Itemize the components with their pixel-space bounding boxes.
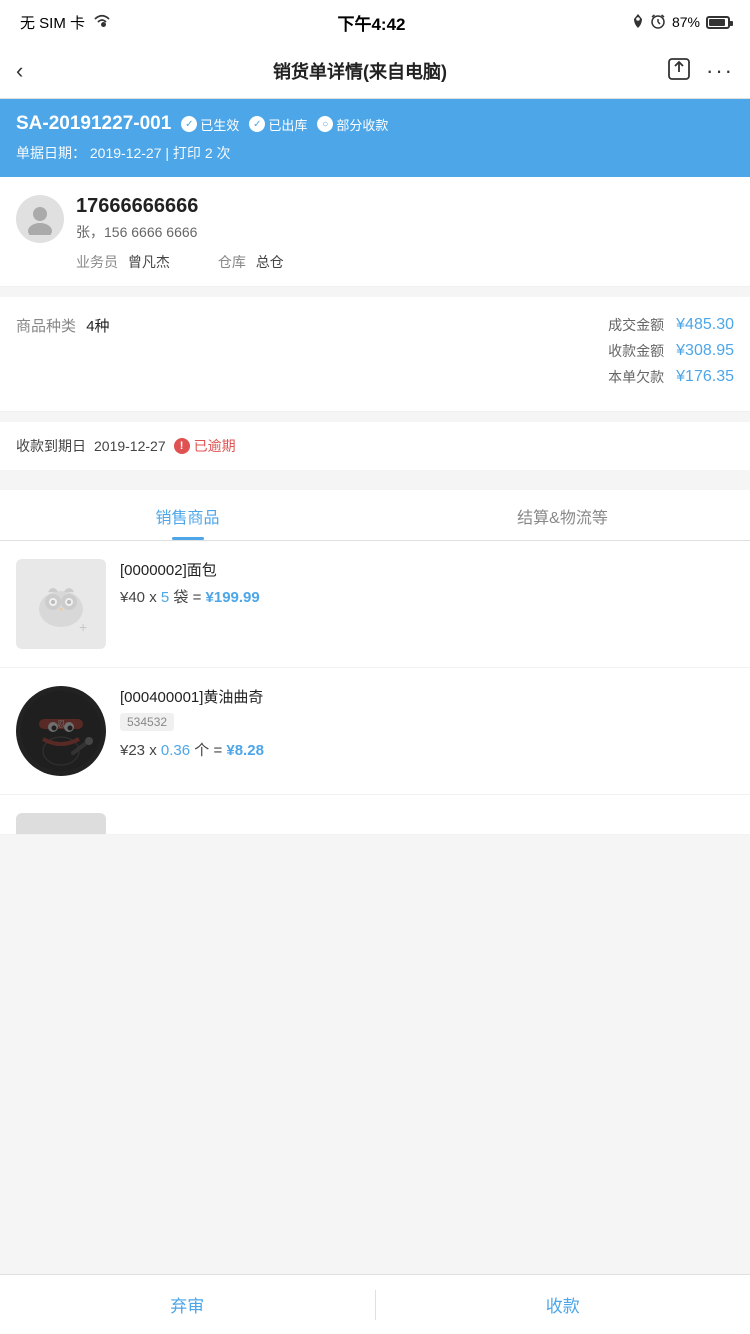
check-icon-1: ✓	[181, 116, 197, 132]
overdue-badge: ! 已逾期	[174, 436, 236, 456]
warehouse-field: 仓库 总仓	[218, 252, 284, 272]
tabs-bar: 销售商品 结算&物流等	[0, 490, 750, 541]
product-name-1: [0000002]面包	[120, 559, 734, 580]
status-time: 下午4:42	[337, 10, 405, 35]
order-banner: SA-20191227-001 ✓ 已生效 ✓ 已出库 ○ 部分收款 单据日期：…	[0, 99, 750, 177]
amount-label: 成交金额	[608, 315, 664, 335]
warehouse-value: 总仓	[256, 254, 284, 270]
list-item: + [0000002]面包 ¥40 x 5 袋 = ¥199.99	[0, 541, 750, 668]
svg-text:+: +	[79, 619, 87, 634]
stats-amount-line: 成交金额 ¥485.30	[608, 315, 734, 335]
amount-value: ¥485.30	[676, 316, 734, 334]
location-icon	[632, 14, 644, 31]
customer-meta: 业务员 曾凡杰 仓库 总仓	[76, 252, 734, 272]
overdue-icon: !	[174, 438, 190, 454]
customer-name: 张，156 6666 6666	[76, 222, 734, 242]
stats-collected-line: 收款金额 ¥308.95	[608, 341, 734, 361]
nav-bar: ‹ 销货单详情(来自电脑) ···	[0, 44, 750, 99]
stats-debt-line: 本单欠款 ¥176.35	[608, 367, 734, 387]
debt-label: 本单欠款	[608, 367, 664, 387]
tab-settlement[interactable]: 结算&物流等	[375, 490, 750, 540]
collected-label: 收款金额	[608, 341, 664, 361]
stats-left: 商品种类 4种	[16, 315, 110, 336]
status-left: 无 SIM 卡	[20, 12, 111, 33]
product-info-2: [000400001]黄油曲奇 534532 ¥23 x 0.36 个 = ¥8…	[120, 686, 734, 760]
product-price-1: ¥40 x 5 袋 = ¥199.99	[120, 586, 734, 607]
order-id: SA-20191227-001	[16, 113, 171, 135]
tab-sales-products[interactable]: 销售商品	[0, 490, 375, 540]
order-banner-top: SA-20191227-001 ✓ 已生效 ✓ 已出库 ○ 部分收款	[16, 113, 734, 135]
product-sku-2: 534532	[120, 713, 174, 731]
alarm-icon	[650, 13, 666, 32]
overdue-label: 收款到期日	[16, 436, 86, 456]
salesman-field: 业务员 曾凡杰	[76, 252, 170, 272]
salesman-label: 业务员	[76, 254, 118, 270]
overdue-date: 2019-12-27	[94, 438, 166, 454]
carrier-text: 无 SIM 卡	[20, 12, 85, 33]
overdue-text: 已逾期	[194, 436, 236, 456]
status-bar: 无 SIM 卡 下午4:42 87%	[0, 0, 750, 44]
check-icon-2: ✓	[249, 116, 265, 132]
product-info-1: [0000002]面包 ¥40 x 5 袋 = ¥199.99	[120, 559, 734, 607]
bottom-bar: 弃审 收款	[0, 1274, 750, 1334]
svg-text:忍: 忍	[57, 720, 65, 729]
badge-shipped: ✓ 已出库	[249, 115, 307, 134]
divider-3	[0, 470, 750, 480]
overdue-section: 收款到期日 2019-12-27 ! 已逾期	[0, 422, 750, 470]
product-image-2: 忍	[16, 686, 106, 776]
customer-avatar	[16, 195, 64, 243]
reject-button[interactable]: 弃审	[0, 1275, 375, 1334]
clock-icon: ○	[317, 116, 333, 132]
order-banner-sub: 单据日期： 2019-12-27 | 打印 2 次	[16, 143, 734, 163]
collected-value: ¥308.95	[676, 342, 734, 360]
badge-partial-payment: ○ 部分收款	[317, 115, 388, 134]
stats-right: 成交金额 ¥485.30 收款金额 ¥308.95 本单欠款 ¥176.35	[608, 315, 734, 393]
battery-percentage: 87%	[672, 14, 700, 30]
more-button[interactable]: ···	[706, 58, 734, 84]
product-total-2: ¥8.28	[226, 742, 264, 759]
product-price-2: ¥23 x 0.36 个 = ¥8.28	[120, 739, 734, 760]
stats-section: 商品种类 4种 成交金额 ¥485.30 收款金额 ¥308.95 本单欠款 ¥…	[0, 297, 750, 412]
stats-row: 商品种类 4种 成交金额 ¥485.30 收款金额 ¥308.95 本单欠款 ¥…	[16, 315, 734, 393]
divider-1	[0, 287, 750, 297]
product-qty-2: 0.36	[161, 742, 190, 759]
customer-section: 17666666666 张，156 6666 6666 业务员 曾凡杰 仓库 总…	[0, 177, 750, 287]
product-total-1: ¥199.99	[206, 589, 260, 606]
product-image-1: +	[16, 559, 106, 649]
customer-info: 17666666666 张，156 6666 6666 业务员 曾凡杰 仓库 总…	[76, 195, 734, 272]
debt-value: ¥176.35	[676, 368, 734, 386]
nav-actions: ···	[668, 58, 734, 85]
warehouse-label: 仓库	[218, 254, 246, 270]
list-item	[0, 795, 750, 835]
product-image-3	[16, 813, 106, 835]
badge-effective: ✓ 已生效	[181, 115, 239, 134]
collect-button[interactable]: 收款	[376, 1275, 750, 1334]
customer-phone: 17666666666	[76, 195, 734, 218]
divider-2	[0, 412, 750, 422]
list-item: 忍 [000400001]黄油曲奇 534532 ¥23 x	[0, 668, 750, 795]
back-button[interactable]: ‹	[16, 58, 52, 84]
product-list: + [0000002]面包 ¥40 x 5 袋 = ¥199.99 忍	[0, 541, 750, 835]
category-label: 商品种类	[16, 318, 76, 335]
share-button[interactable]	[668, 58, 690, 85]
status-right: 87%	[632, 13, 730, 32]
page-title: 销货单详情(来自电脑)	[52, 58, 668, 84]
order-badges: ✓ 已生效 ✓ 已出库 ○ 部分收款	[181, 115, 388, 134]
salesman-value: 曾凡杰	[128, 254, 170, 270]
wifi-icon	[93, 13, 111, 31]
category-count: 4种	[86, 318, 109, 335]
product-qty-1: 5	[161, 589, 169, 606]
product-name-2: [000400001]黄油曲奇	[120, 686, 734, 707]
battery-icon	[706, 16, 730, 29]
